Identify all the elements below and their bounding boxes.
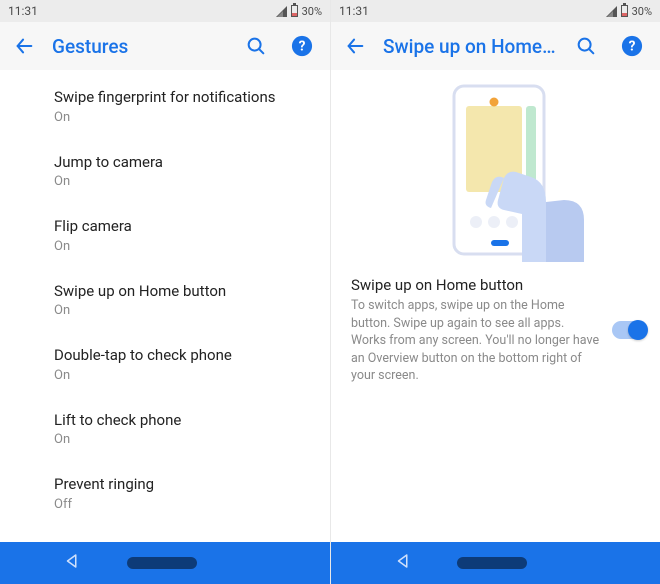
nav-back-button[interactable]: [394, 552, 412, 574]
nav-home-pill[interactable]: [457, 557, 527, 569]
help-icon: ?: [291, 35, 313, 57]
help-button[interactable]: ?: [614, 28, 650, 64]
app-bar: Swipe up on Home butt… ?: [331, 22, 660, 70]
search-icon: [245, 35, 267, 57]
help-button[interactable]: ?: [284, 28, 320, 64]
setting-lift-to-check[interactable]: Lift to check phone On: [0, 397, 330, 462]
setting-status: On: [54, 303, 312, 318]
battery-percent: 30%: [302, 5, 322, 18]
setting-status: On: [54, 432, 312, 447]
detail-title: Swipe up on Home button: [351, 276, 600, 294]
status-icons: 30%: [276, 5, 322, 18]
search-button[interactable]: [568, 28, 604, 64]
screen-gestures: 11:31 30% Gestures ? Swipe fingerprint f…: [0, 0, 330, 584]
detail-row: Swipe up on Home button To switch apps, …: [331, 266, 660, 395]
setting-title: Swipe up on Home button: [54, 282, 312, 302]
setting-jump-to-camera[interactable]: Jump to camera On: [0, 139, 330, 204]
phone-hand-illustration-icon: [396, 82, 596, 262]
status-bar: 11:31 30%: [0, 0, 330, 22]
setting-swipe-fingerprint[interactable]: Swipe fingerprint for notifications On: [0, 74, 330, 139]
nav-home-pill[interactable]: [127, 557, 197, 569]
setting-status: On: [54, 174, 312, 189]
page-title: Gestures: [52, 35, 228, 58]
nav-back-button[interactable]: [63, 552, 81, 574]
navigation-bar: [0, 542, 330, 584]
setting-status: On: [54, 368, 312, 383]
setting-prevent-ringing[interactable]: Prevent ringing Off: [0, 461, 330, 526]
arrow-left-icon: [344, 35, 366, 57]
status-bar: 11:31 30%: [331, 0, 660, 22]
status-icons: 30%: [606, 5, 652, 18]
triangle-back-icon: [63, 552, 81, 570]
svg-text:?: ?: [299, 39, 306, 55]
setting-status: Off: [54, 497, 312, 512]
svg-text:?: ?: [629, 39, 636, 55]
battery-icon: [291, 5, 298, 17]
screen-swipe-home-detail: 11:31 30% Swipe up on Home butt… ?: [330, 0, 660, 584]
battery-icon: [621, 5, 628, 17]
back-button[interactable]: [337, 28, 373, 64]
back-button[interactable]: [6, 28, 42, 64]
illustration: [331, 74, 660, 266]
battery-percent: 30%: [632, 5, 652, 18]
setting-flip-camera[interactable]: Flip camera On: [0, 203, 330, 268]
arrow-left-icon: [13, 35, 35, 57]
setting-title: Swipe fingerprint for notifications: [54, 88, 312, 108]
clock: 11:31: [8, 4, 38, 18]
signal-icon: [276, 6, 287, 17]
search-button[interactable]: [238, 28, 274, 64]
setting-status: On: [54, 110, 312, 125]
detail-content: Swipe up on Home button To switch apps, …: [331, 70, 660, 542]
setting-double-tap[interactable]: Double-tap to check phone On: [0, 332, 330, 397]
settings-list: Swipe fingerprint for notifications On J…: [0, 70, 330, 542]
setting-title: Jump to camera: [54, 153, 312, 173]
app-bar: Gestures ?: [0, 22, 330, 70]
navigation-bar: [331, 542, 660, 584]
setting-title: Prevent ringing: [54, 475, 312, 495]
setting-status: On: [54, 239, 312, 254]
search-icon: [575, 35, 597, 57]
clock: 11:31: [339, 4, 369, 18]
setting-title: Flip camera: [54, 217, 312, 237]
toggle-swipe-home[interactable]: [612, 321, 646, 339]
setting-swipe-home[interactable]: Swipe up on Home button On: [0, 268, 330, 333]
detail-description: To switch apps, swipe up on the Home but…: [351, 297, 600, 385]
detail-text: Swipe up on Home button To switch apps, …: [351, 276, 600, 385]
signal-icon: [606, 6, 617, 17]
setting-title: Double-tap to check phone: [54, 346, 312, 366]
page-title: Swipe up on Home butt…: [383, 35, 558, 58]
triangle-back-icon: [394, 552, 412, 570]
setting-title: Lift to check phone: [54, 411, 312, 431]
help-icon: ?: [621, 35, 643, 57]
